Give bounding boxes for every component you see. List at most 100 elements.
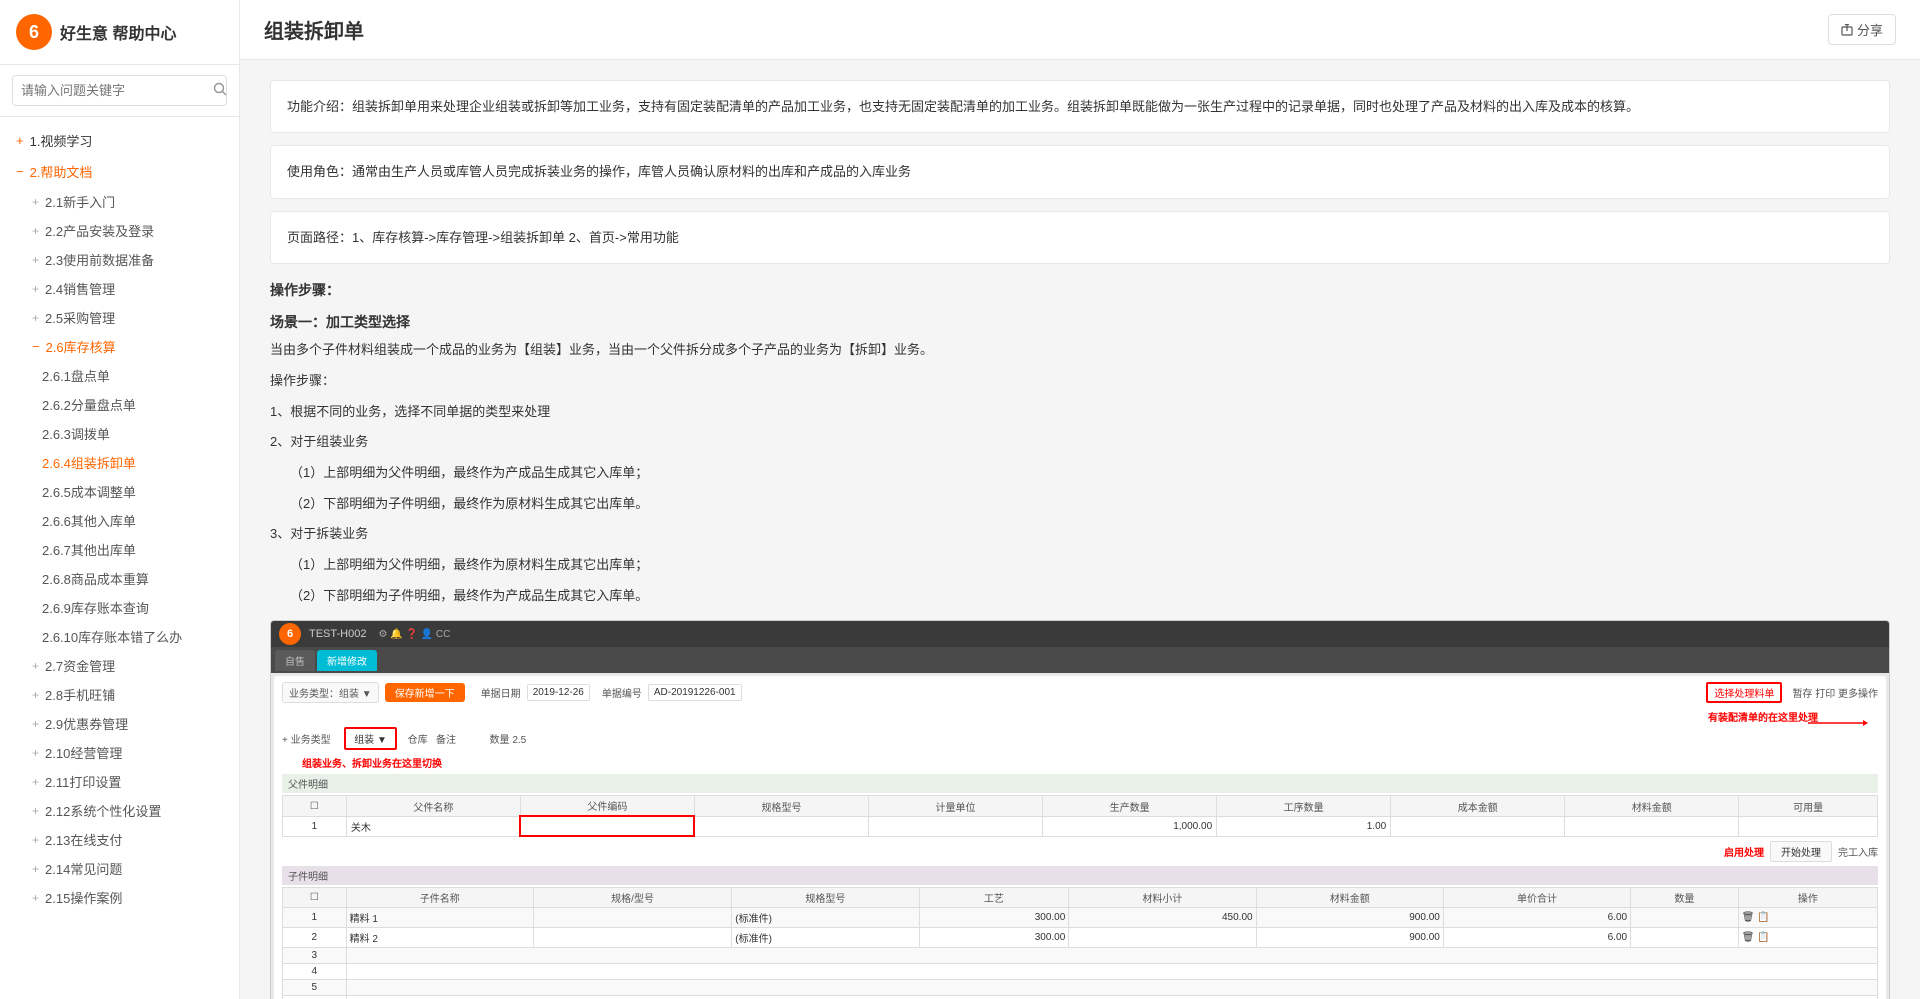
sc-topbar-icons: ⚙ 🔔 ❓ 👤 CC xyxy=(378,629,450,640)
sc-bill-val: AD-20191226-001 xyxy=(648,684,742,701)
step3b: （2）下部明细为子件明细，最终作为产成品生成其它入库单。 xyxy=(270,584,1890,609)
sc-extra-btns: 暂存 打印 更多操作 xyxy=(1792,685,1878,700)
sidebar-item-stockcheck[interactable]: 2.6.1盘点单 xyxy=(0,361,239,390)
steps-section-title: 操作步骤： xyxy=(270,280,1890,300)
sidebar-item-money[interactable]: + 2.7资金管理 xyxy=(0,651,239,680)
sc-annotation1-row: 有装配清单的在这里处理 xyxy=(282,709,1878,725)
sidebar-item-partial[interactable]: 2.6.2分量盘点单 xyxy=(0,390,239,419)
logo-text: 好生意 帮助中心 xyxy=(60,20,176,44)
sub-plus-icon: + xyxy=(32,659,39,673)
sc-type-selector: 组装 ▼ xyxy=(344,727,397,750)
sc-logo: 6 xyxy=(279,623,301,645)
minus-icon: − xyxy=(16,164,24,179)
sc-date-label: 单据日期 xyxy=(481,685,521,700)
search-box xyxy=(12,75,227,106)
sc-toolbar-row: 业务类型：组装 ▼ 保存新增一下 单据日期 2019-12-26 单据编号 AD… xyxy=(282,682,1878,703)
sc-type-label: 业务类型：组装 ▼ xyxy=(282,682,379,703)
sub-plus-icon: + xyxy=(32,775,39,789)
search-icon xyxy=(213,82,227,96)
scene1-desc: 当由多个子件材料组装成一个成品的业务为【组装】业务，当由一个父件拆分成多个子产品… xyxy=(270,338,1890,363)
sc-annotation1-arrow xyxy=(1808,717,1868,729)
sidebar-item-sales[interactable]: + 2.4销售管理 xyxy=(0,274,239,303)
sc-bill-label: 单据编号 xyxy=(602,685,642,700)
sub-plus-icon: + xyxy=(32,688,39,702)
sidebar-item-stockledger[interactable]: 2.6.9库存账本查询 xyxy=(0,593,239,622)
sidebar-item-coupon[interactable]: + 2.9优惠券管理 xyxy=(0,709,239,738)
sidebar-item-purchase[interactable]: + 2.5采购管理 xyxy=(0,303,239,332)
sidebar-item-faq[interactable]: + 2.14常见问题 xyxy=(0,854,239,883)
sub-plus-icon: + xyxy=(32,282,39,296)
sidebar-item-cost[interactable]: 2.6.5成本调整单 xyxy=(0,477,239,506)
sidebar-item-custom[interactable]: + 2.12系统个性化设置 xyxy=(0,796,239,825)
role-block: 使用角色：通常由生产人员或库管人员完成拆装业务的操作，库管人员确认原材料的出库和… xyxy=(270,145,1890,198)
sidebar-item-payment[interactable]: + 2.13在线支付 xyxy=(0,825,239,854)
minus-icon: − xyxy=(32,339,40,354)
sidebar-item-operate[interactable]: + 2.10经营管理 xyxy=(0,738,239,767)
sub-plus-icon: + xyxy=(32,862,39,876)
sc-date-val: 2019-12-26 xyxy=(527,684,590,701)
sc-upper-table: ☐ 父件名称 父件编码 规格型号 计量单位 生产数量 工序数量 成本金额 材料金… xyxy=(282,795,1878,837)
search-button[interactable] xyxy=(205,76,227,105)
sidebar-item-print[interactable]: + 2.11打印设置 xyxy=(0,767,239,796)
share-icon xyxy=(1841,24,1853,36)
search-area xyxy=(0,65,239,117)
sc-enable-btn: 开始处理 xyxy=(1770,841,1832,862)
sc-process-btn: 选择处理料单 xyxy=(1706,682,1782,703)
sidebar-item-assemble[interactable]: 2.6.4组装拆卸单 xyxy=(0,448,239,477)
sc-form-extra: 仓库 备注 xyxy=(405,731,462,746)
sidebar-item-data[interactable]: + 2.3使用前数据准备 xyxy=(0,245,239,274)
sidebar-item-docs[interactable]: − 2.帮助文档 xyxy=(0,156,239,187)
page-header: 组装拆卸单 分享 xyxy=(240,0,1920,60)
scene1-title: 场景一：加工类型选择 xyxy=(270,312,1890,332)
sidebar-item-newbie[interactable]: + 2.1新手入门 xyxy=(0,187,239,216)
step2a: （1）上部明细为父件明细，最终作为产成品生成其它入库单； xyxy=(270,461,1890,486)
logo-area: 6 好生意 帮助中心 xyxy=(0,0,239,65)
step2: 2、对于组装业务 xyxy=(270,430,1890,455)
path-block: 页面路径：1、库存核算->库存管理->组装拆卸单 2、首页->常用功能 xyxy=(270,211,1890,264)
sub-plus-icon: + xyxy=(32,746,39,760)
sc-annotation3: 启用处理 xyxy=(1724,844,1764,859)
sidebar-item-mobile[interactable]: + 2.8手机旺铺 xyxy=(0,680,239,709)
sidebar-item-install[interactable]: + 2.2产品安装及登录 xyxy=(0,216,239,245)
sc-tab-home: 自售 xyxy=(275,650,315,671)
sc-confirm-btn: 完工入库 xyxy=(1838,844,1878,859)
sidebar-item-otheroutbound[interactable]: 2.6.7其他出库单 xyxy=(0,535,239,564)
sc-form-row1: + 业务类型 组装 ▼ 仓库 备注 数量 2.5 xyxy=(282,727,1878,750)
sub-plus-icon: + xyxy=(32,253,39,267)
logo-icon: 6 xyxy=(16,14,52,50)
sub-plus-icon: + xyxy=(32,804,39,818)
sc-annotation2-row: 组装业务、拆卸业务在这里切换 xyxy=(282,754,1878,770)
share-button[interactable]: 分享 xyxy=(1828,14,1896,45)
sidebar-item-case[interactable]: + 2.15操作案例 xyxy=(0,883,239,912)
sub-plus-icon: + xyxy=(32,311,39,325)
sc-annotation3-area: 启用处理 开始处理 完工入库 xyxy=(282,841,1878,862)
sc-upper-section: 父件明细 xyxy=(282,774,1878,793)
step2b: （2）下部明细为子件明细，最终作为原材料生成其它出库单。 xyxy=(270,492,1890,517)
sc-topbar: 6 TEST-H002 ⚙ 🔔 ❓ 👤 CC xyxy=(271,621,1889,647)
sc-app-id: TEST-H002 xyxy=(309,628,366,640)
nav-tree: + 1.视频学习 − 2.帮助文档 + 2.1新手入门 + 2.2产品安装及登录… xyxy=(0,117,239,999)
sub-plus-icon: + xyxy=(32,195,39,209)
sidebar-item-costrecalc[interactable]: 2.6.8商品成本重算 xyxy=(0,564,239,593)
sc-annotation2: 组装业务、拆卸业务在这里切换 xyxy=(302,759,442,770)
plus-icon: + xyxy=(16,133,24,148)
sidebar-item-video[interactable]: + 1.视频学习 xyxy=(0,125,239,156)
step1: 1、根据不同的业务，选择不同单据的类型来处理 xyxy=(270,400,1890,425)
sc-tab-edit: 新增修改 xyxy=(317,650,377,671)
screenshot-container: 6 TEST-H002 ⚙ 🔔 ❓ 👤 CC 自售 新增修改 业务类型：组装 ▼ xyxy=(270,620,1890,999)
sc-form-type: + 业务类型 xyxy=(282,731,336,746)
sidebar-item-otherinbound[interactable]: 2.6.6其他入库单 xyxy=(0,506,239,535)
sc-lower-section: 子件明细 xyxy=(282,866,1878,885)
sc-tabbar: 自售 新增修改 xyxy=(271,647,1889,673)
sub-plus-icon: + xyxy=(32,891,39,905)
intro-block: 功能介绍：组装拆卸单用来处理企业组装或拆卸等加工业务，支持有固定装配清单的产品加… xyxy=(270,80,1890,133)
sidebar-item-inventory[interactable]: − 2.6库存核算 xyxy=(0,332,239,361)
main-area: 组装拆卸单 分享 功能介绍：组装拆卸单用来处理企业组装或拆卸等加工业务，支持有固… xyxy=(240,0,1920,999)
sc-lower-table: ☐ 子件名称 规格/型号 规格型号 工艺 材料小计 材料金额 单价合计 数量 操… xyxy=(282,887,1878,999)
sidebar-item-adjust[interactable]: 2.6.3调拨单 xyxy=(0,419,239,448)
sub-plus-icon: + xyxy=(32,717,39,731)
step3: 3、对于拆装业务 xyxy=(270,522,1890,547)
sidebar-item-mistake[interactable]: 2.6.10库存账本错了么办 xyxy=(0,622,239,651)
sc-qty: 数量 2.5 xyxy=(490,731,529,746)
search-input[interactable] xyxy=(13,77,205,104)
